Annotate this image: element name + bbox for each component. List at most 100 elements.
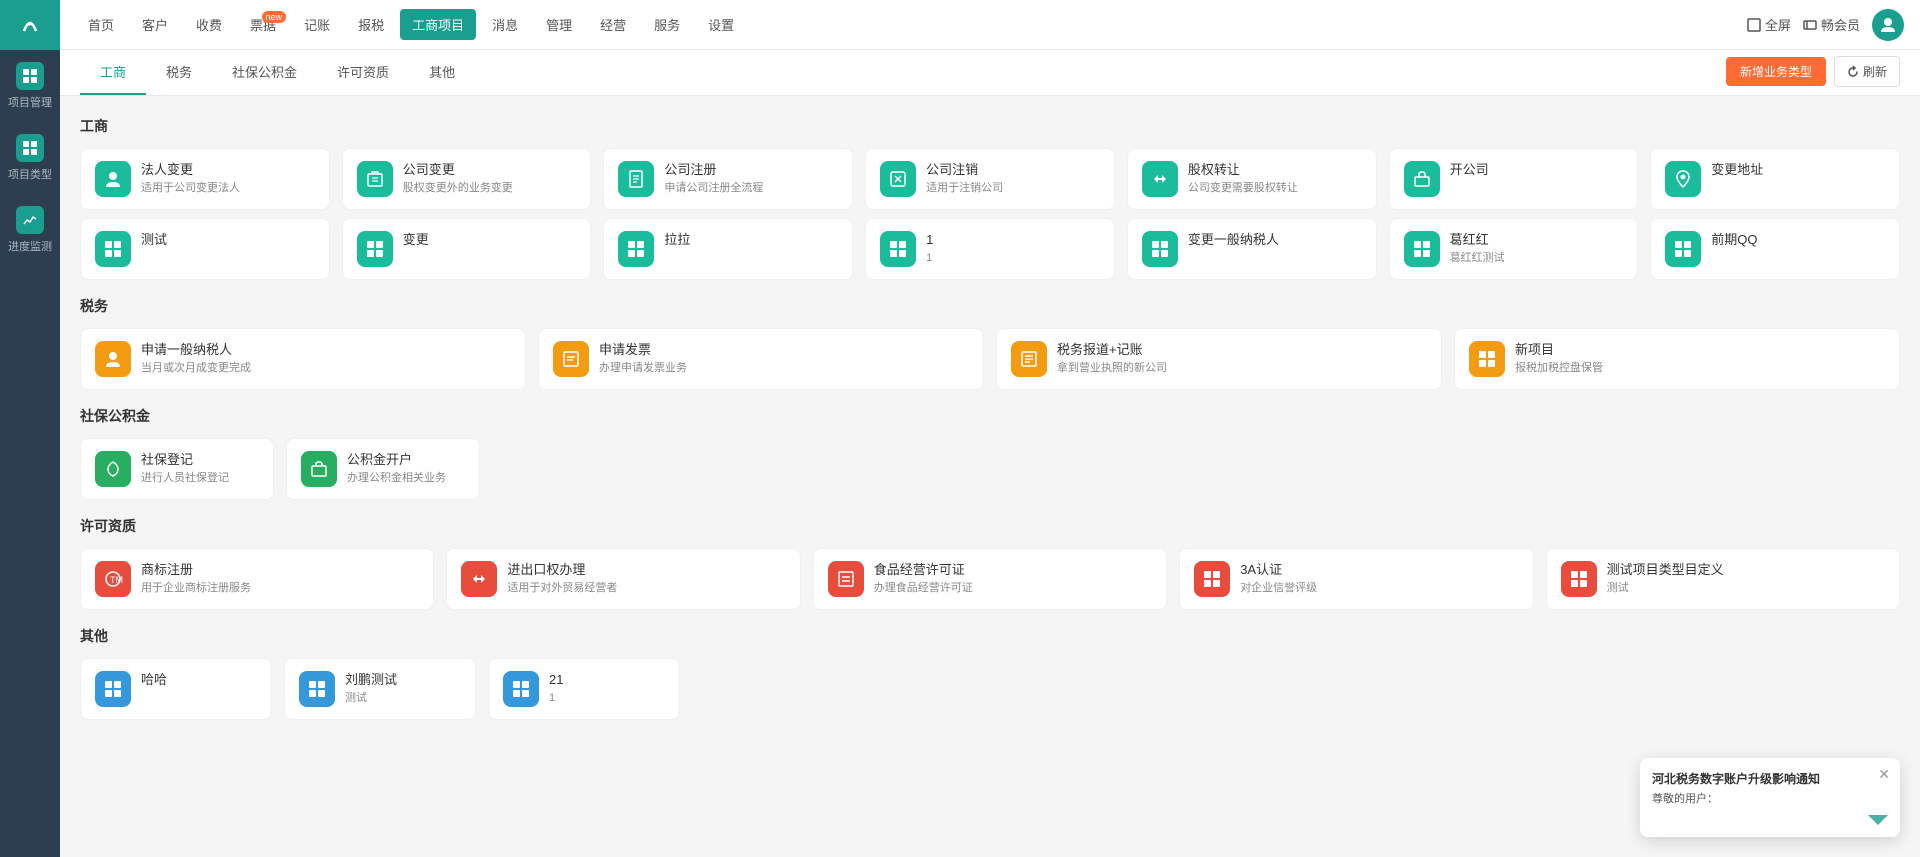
- card-apply-taxpayer[interactable]: 申请一般纳税人 当月或次月成变更完成: [80, 328, 526, 390]
- card-apply-invoice[interactable]: 申请发票 办理申请发票业务: [538, 328, 984, 390]
- card-icon-open-company: [1404, 161, 1440, 197]
- card-icon-change: [357, 231, 393, 267]
- card-twenty-one[interactable]: 21 1: [488, 658, 680, 720]
- card-company-change[interactable]: 公司变更 股权变更外的业务变更: [342, 148, 592, 210]
- card-text-haha: 哈哈: [141, 671, 257, 691]
- card-text-change-address: 变更地址: [1711, 161, 1885, 181]
- tabs-bar: 工商 税务 社保公积金 许可资质 其他 新增业务类型 刷新: [60, 50, 1920, 96]
- card-text-gongjijin-account: 公积金开户 办理公积金相关业务: [347, 451, 465, 487]
- card-icon-twenty-one: [503, 671, 539, 707]
- card-text-food-license: 食品经营许可证 办理食品经营许可证: [874, 561, 1152, 597]
- card-open-company[interactable]: 开公司: [1389, 148, 1639, 210]
- tab-gongshang[interactable]: 工商: [80, 50, 146, 95]
- notification-close-btn[interactable]: ✕: [1878, 766, 1890, 783]
- nav-client[interactable]: 客户: [130, 9, 180, 40]
- sidebar-item-progress-monitor[interactable]: 进度监测: [0, 194, 60, 266]
- card-desc-apply-invoice: 办理申请发票业务: [599, 361, 969, 376]
- project-mgmt-icon: [16, 62, 44, 90]
- card-legal-change[interactable]: 法人变更 适用于公司变更法人: [80, 148, 330, 210]
- card-desc-twenty-one: 1: [549, 691, 665, 706]
- card-icon-test: [95, 231, 131, 267]
- card-test-type-def[interactable]: 测试项目类型目定义 测试: [1546, 548, 1900, 610]
- card-lala[interactable]: 拉拉: [603, 218, 853, 280]
- nav-operation[interactable]: 经营: [588, 9, 638, 40]
- section-title-shebao: 社保公积金: [80, 406, 1900, 426]
- nav-settings[interactable]: 设置: [696, 9, 746, 40]
- nav-service[interactable]: 服务: [642, 9, 692, 40]
- card-name-haha: 哈哈: [141, 671, 257, 689]
- card-name-trademark: 商标注册: [141, 561, 419, 579]
- user-avatar[interactable]: [1872, 9, 1904, 41]
- card-name-company-cancel: 公司注销: [926, 161, 1100, 179]
- card-haha[interactable]: 哈哈: [80, 658, 272, 720]
- card-3a-cert[interactable]: 3A认证 对企业信誉评级: [1179, 548, 1533, 610]
- card-name-tax-report: 税务报道+记账: [1057, 341, 1427, 359]
- nav-message[interactable]: 消息: [480, 9, 530, 40]
- card-name-gehonghong: 葛红红: [1450, 231, 1624, 249]
- card-icon-import-export: [461, 561, 497, 597]
- card-name-gongjijin-account: 公积金开户: [347, 451, 465, 469]
- card-trademark[interactable]: TM 商标注册 用于企业商标注册服务: [80, 548, 434, 610]
- shuiwu-cards: 申请一般纳税人 当月或次月成变更完成 申请发票 办理申请发票业务: [80, 328, 1900, 390]
- nav-billing[interactable]: 收费: [184, 9, 234, 40]
- card-text-change-taxpayer: 变更一般纳税人: [1188, 231, 1362, 251]
- nav-tax[interactable]: 报税: [346, 9, 396, 40]
- card-icon-shebao-register: [95, 451, 131, 487]
- nav-home[interactable]: 首页: [76, 9, 126, 40]
- card-name-open-company: 开公司: [1450, 161, 1624, 179]
- card-company-register[interactable]: 公司注册 申请公司注册全流程: [603, 148, 853, 210]
- card-name-company-register: 公司注册: [664, 161, 838, 179]
- card-text-prev-qq: 前期QQ: [1711, 231, 1885, 251]
- card-liupeng-test[interactable]: 刘鹏测试 测试: [284, 658, 476, 720]
- fullscreen-btn[interactable]: 全屏: [1747, 15, 1791, 34]
- card-food-license[interactable]: 食品经营许可证 办理食品经营许可证: [813, 548, 1167, 610]
- card-icon-change-taxpayer: [1142, 231, 1178, 267]
- member-btn[interactable]: 畅会员: [1803, 15, 1860, 34]
- card-name-apply-taxpayer: 申请一般纳税人: [141, 341, 511, 359]
- card-desc-test-type-def: 测试: [1607, 581, 1885, 596]
- card-name-test-type-def: 测试项目类型目定义: [1607, 561, 1885, 579]
- card-company-cancel[interactable]: 公司注销 适用于注销公司: [865, 148, 1115, 210]
- card-one[interactable]: 1 1: [865, 218, 1115, 280]
- card-text-change: 变更: [403, 231, 577, 251]
- card-text-test-type-def: 测试项目类型目定义 测试: [1607, 561, 1885, 597]
- card-import-export[interactable]: 进出口权办理 适用于对外贸易经营者: [446, 548, 800, 610]
- nav-manage[interactable]: 管理: [534, 9, 584, 40]
- card-icon-apply-invoice: [553, 341, 589, 377]
- sidebar-logo[interactable]: [0, 0, 60, 50]
- card-icon-change-address: [1665, 161, 1701, 197]
- tab-shuiwu[interactable]: 税务: [146, 50, 212, 95]
- refresh-button[interactable]: 刷新: [1834, 56, 1900, 87]
- nav-ticket[interactable]: 票据 new: [238, 9, 288, 40]
- card-change[interactable]: 变更: [342, 218, 592, 280]
- card-equity-transfer[interactable]: 股权转让 公司变更需要股权转让: [1127, 148, 1377, 210]
- card-desc-shebao-register: 进行人员社保登记: [141, 471, 259, 486]
- card-new-project[interactable]: 新项目 报税加税控盘保管: [1454, 328, 1900, 390]
- card-icon-trademark: TM: [95, 561, 131, 597]
- card-text-gehonghong: 葛红红 葛红红测试: [1450, 231, 1624, 267]
- card-change-taxpayer[interactable]: 变更一般纳税人: [1127, 218, 1377, 280]
- card-text-twenty-one: 21 1: [549, 671, 665, 707]
- card-change-address[interactable]: 变更地址: [1650, 148, 1900, 210]
- nav-account[interactable]: 记账: [292, 9, 342, 40]
- card-gongjijin-account[interactable]: 公积金开户 办理公积金相关业务: [286, 438, 480, 500]
- section-title-shuiwu: 税务: [80, 296, 1900, 316]
- new-type-button[interactable]: 新增业务类型: [1726, 57, 1826, 86]
- card-desc-company-change: 股权变更外的业务变更: [403, 181, 577, 196]
- main-body: 工商 法人变更 适用于公司变更法人: [60, 96, 1920, 744]
- tab-shebao[interactable]: 社保公积金: [212, 50, 317, 95]
- card-name-3a-cert: 3A认证: [1240, 561, 1518, 579]
- sidebar-item-project-type[interactable]: 项目类型: [0, 122, 60, 194]
- sidebar-item-progress-monitor-label: 进度监测: [8, 238, 52, 254]
- sidebar-item-project-mgmt[interactable]: 项目管理: [0, 50, 60, 122]
- card-gehonghong[interactable]: 葛红红 葛红红测试: [1389, 218, 1639, 280]
- card-icon-gongjijin-account: [301, 451, 337, 487]
- card-tax-report[interactable]: 税务报道+记账 拿到营业执照的新公司: [996, 328, 1442, 390]
- nav-industry[interactable]: 工商项目: [400, 9, 476, 40]
- card-prev-qq[interactable]: 前期QQ: [1650, 218, 1900, 280]
- notification-popup: ✕ 河北税务数字账户升级影响通知 尊敬的用户：: [1640, 758, 1900, 838]
- tab-other[interactable]: 其他: [409, 50, 475, 95]
- card-test[interactable]: 测试: [80, 218, 330, 280]
- card-shebao-register[interactable]: 社保登记 进行人员社保登记: [80, 438, 274, 500]
- tab-zizhi[interactable]: 许可资质: [317, 50, 409, 95]
